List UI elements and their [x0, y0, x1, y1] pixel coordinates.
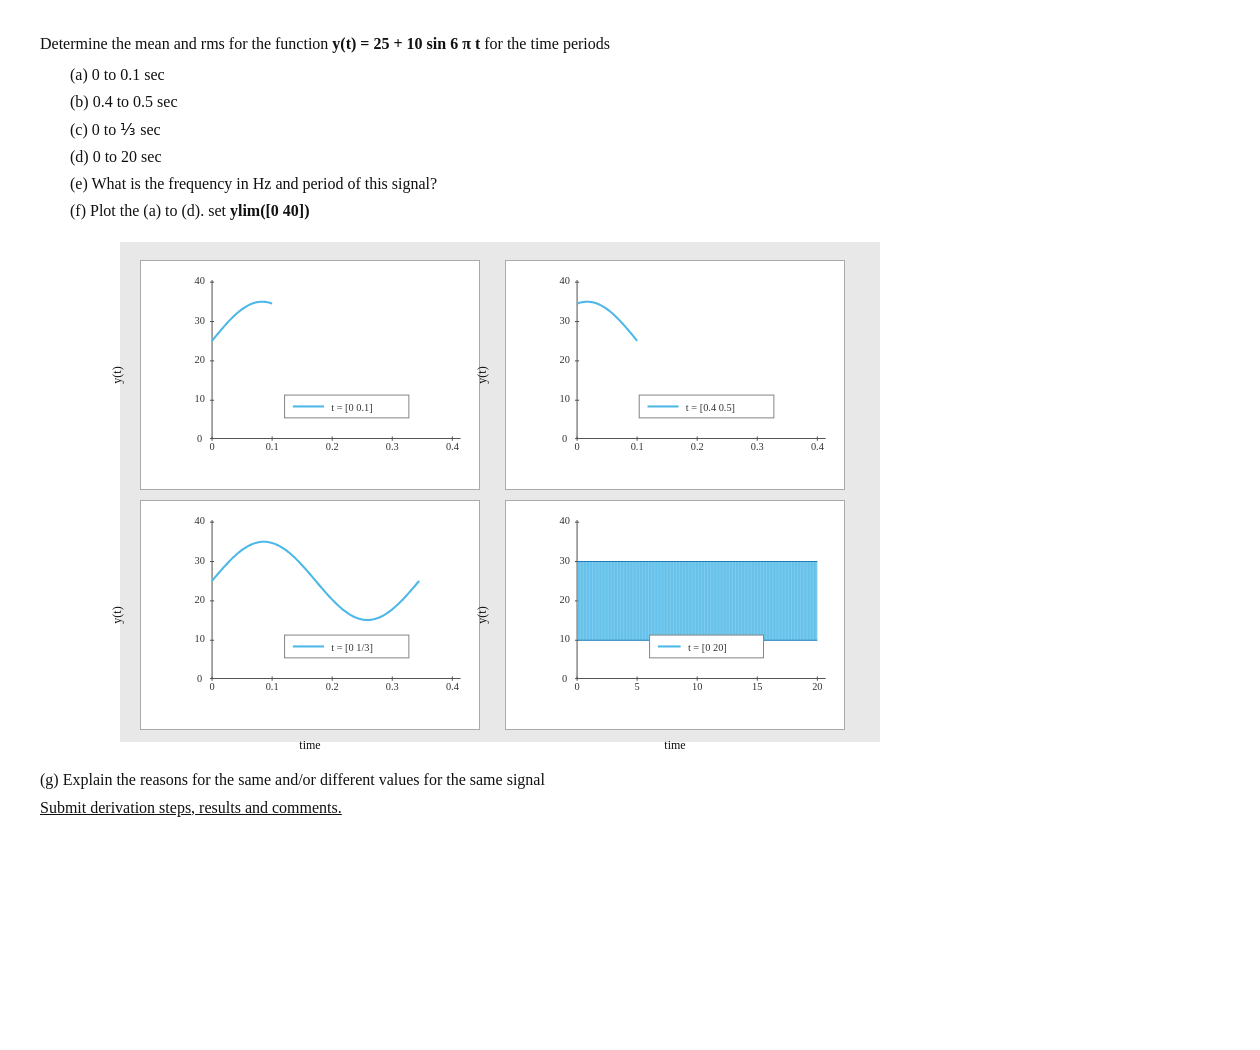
svg-text:10: 10 [559, 394, 569, 405]
plot-c-xlabel: time [299, 738, 320, 753]
plot-c-ylabel: y(t) [110, 607, 125, 624]
part-a: (a) 0 to 0.1 sec [70, 61, 1220, 88]
svg-text:t = [0 0.1]: t = [0 0.1] [331, 402, 372, 413]
plot-a-box: y(t) 40 30 20 10 0 0 0.1 0.2 0.3 0.4 [140, 260, 480, 490]
svg-text:t = [0.4 0.5]: t = [0.4 0.5] [686, 402, 735, 413]
svg-text:20: 20 [194, 354, 204, 365]
plot-b-area: 40 30 20 10 0 0 0.1 0.2 0.3 0.4 [546, 269, 836, 459]
plot-d-xlabel: time [664, 738, 685, 753]
svg-text:10: 10 [194, 394, 204, 405]
svg-text:10: 10 [692, 681, 702, 692]
footer-line1: (g) Explain the reasons for the same and… [40, 766, 1220, 793]
svg-text:0.4: 0.4 [446, 681, 460, 692]
svg-text:0.2: 0.2 [326, 681, 339, 692]
svg-text:0.3: 0.3 [386, 681, 399, 692]
plot-c-box: y(t) 40 30 20 10 0 0 0.1 0.2 0.3 0.4 [140, 500, 480, 730]
svg-text:0: 0 [562, 433, 567, 444]
svg-text:0.1: 0.1 [266, 681, 279, 692]
svg-text:5: 5 [635, 681, 640, 692]
plot-d-area: 40 30 20 10 0 0 5 10 15 20 [546, 509, 836, 699]
plot-a-area: 40 30 20 10 0 0 0.1 0.2 0.3 0.4 [181, 269, 471, 459]
plot-d-svg: 40 30 20 10 0 0 5 10 15 20 [546, 509, 836, 699]
plot-a-svg: 40 30 20 10 0 0 0.1 0.2 0.3 0.4 [181, 269, 471, 459]
svg-text:20: 20 [559, 354, 569, 365]
svg-text:0.2: 0.2 [326, 441, 339, 452]
svg-text:0: 0 [574, 681, 579, 692]
svg-text:0.1: 0.1 [631, 441, 644, 452]
part-b: (b) 0.4 to 0.5 sec [70, 88, 1220, 115]
svg-text:30: 30 [194, 315, 204, 326]
plot-c-area: 40 30 20 10 0 0 0.1 0.2 0.3 0.4 [181, 509, 471, 699]
svg-text:10: 10 [194, 634, 204, 645]
svg-text:0: 0 [197, 433, 202, 444]
svg-rect-97 [577, 562, 817, 641]
svg-text:0: 0 [209, 441, 214, 452]
svg-text:0: 0 [197, 673, 202, 684]
svg-text:t = [0 1/3]: t = [0 1/3] [331, 642, 373, 653]
plot-b-svg: 40 30 20 10 0 0 0.1 0.2 0.3 0.4 [546, 269, 836, 459]
footer: (g) Explain the reasons for the same and… [40, 766, 1220, 820]
problem-statement: Determine the mean and rms for the funct… [40, 30, 1220, 224]
svg-text:30: 30 [194, 555, 204, 566]
svg-text:0.4: 0.4 [446, 441, 460, 452]
svg-text:0: 0 [209, 681, 214, 692]
svg-text:0.2: 0.2 [691, 441, 704, 452]
svg-text:0: 0 [574, 441, 579, 452]
plots-grid: y(t) 40 30 20 10 0 0 0.1 0.2 0.3 0.4 [120, 242, 880, 742]
svg-text:20: 20 [194, 594, 204, 605]
part-f: (f) Plot the (a) to (d). set ylim([0 40]… [70, 197, 1220, 224]
part-d: (d) 0 to 20 sec [70, 143, 1220, 170]
plot-b-ylabel: y(t) [475, 367, 490, 384]
svg-text:30: 30 [559, 315, 569, 326]
svg-text:40: 40 [559, 276, 569, 287]
svg-text:0.3: 0.3 [386, 441, 399, 452]
svg-text:0.4: 0.4 [811, 441, 825, 452]
svg-text:0: 0 [562, 673, 567, 684]
svg-text:0.1: 0.1 [266, 441, 279, 452]
plot-b-box: y(t) 40 30 20 10 0 0 0.1 0.2 0.3 0.4 [505, 260, 845, 490]
part-e: (e) What is the frequency in Hz and peri… [70, 170, 1220, 197]
svg-text:10: 10 [559, 634, 569, 645]
svg-text:15: 15 [752, 681, 762, 692]
plot-d-ylabel: y(t) [475, 607, 490, 624]
svg-text:40: 40 [194, 276, 204, 287]
svg-text:t = [0 20]: t = [0 20] [688, 642, 727, 653]
svg-text:0.3: 0.3 [751, 441, 764, 452]
plot-d-box: y(t) 40 30 20 10 0 0 5 10 15 20 [505, 500, 845, 730]
svg-text:20: 20 [559, 594, 569, 605]
part-c: (c) 0 to ⅓ sec [70, 116, 1220, 143]
plot-c-svg: 40 30 20 10 0 0 0.1 0.2 0.3 0.4 [181, 509, 471, 699]
main-question: Determine the mean and rms for the funct… [40, 30, 1220, 57]
plot-a-ylabel: y(t) [110, 367, 125, 384]
svg-text:40: 40 [559, 516, 569, 527]
footer-line2: Submit derivation steps, results and com… [40, 794, 1220, 821]
svg-text:40: 40 [194, 516, 204, 527]
svg-text:30: 30 [559, 555, 569, 566]
svg-text:20: 20 [812, 681, 822, 692]
